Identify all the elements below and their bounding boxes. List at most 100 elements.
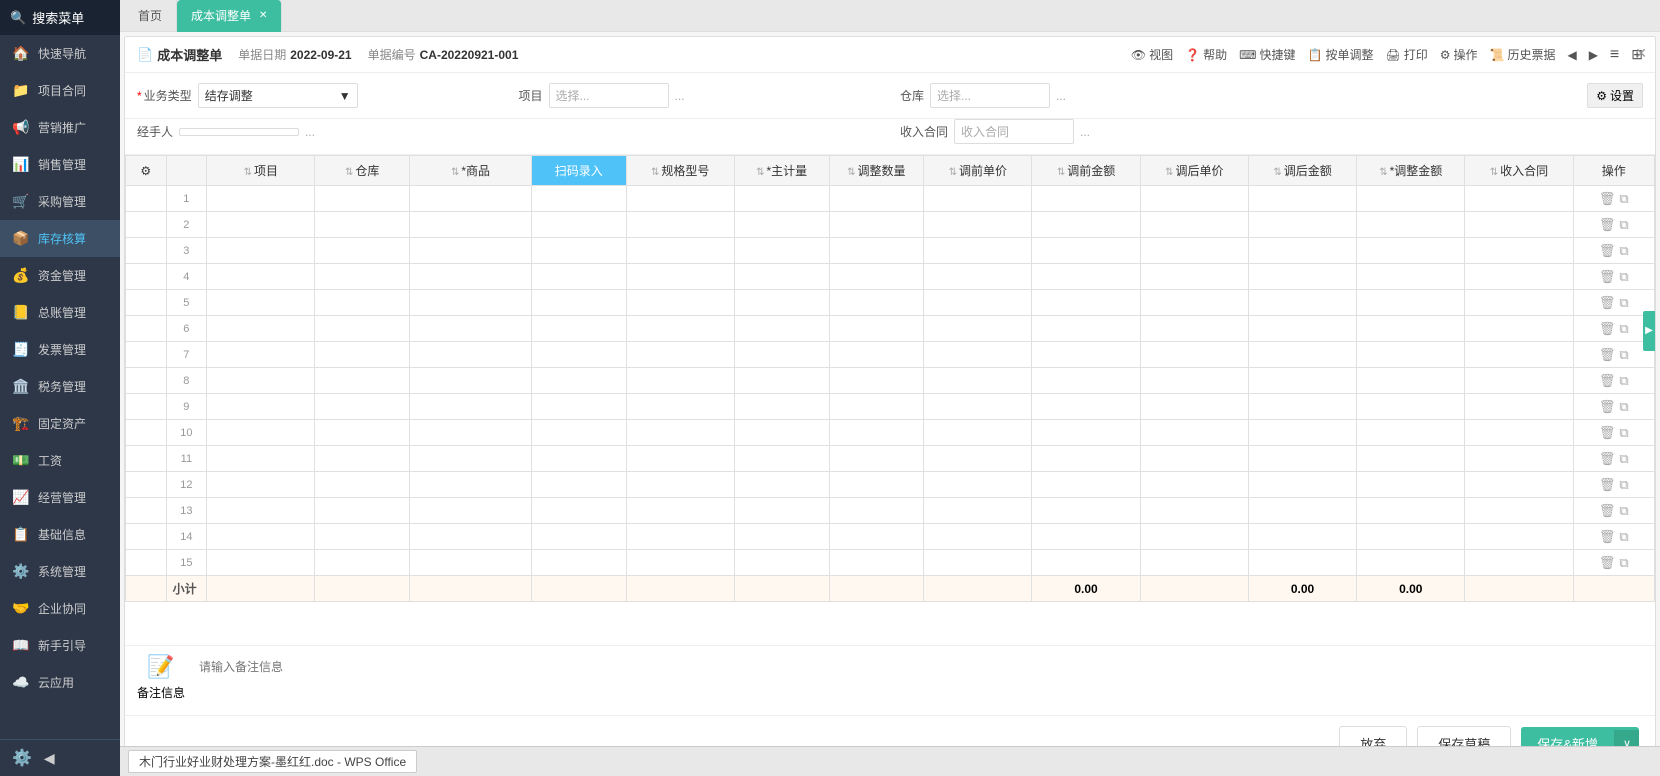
col-header-project[interactable]: ⇅项目 (207, 156, 315, 186)
row-before-amount-cell[interactable] (1032, 394, 1140, 420)
notes-icon-block[interactable]: 📝 备注信息 (137, 654, 185, 701)
row-before-amount-cell[interactable] (1032, 212, 1140, 238)
tab-close-cost-adjust[interactable]: ✕ (259, 10, 267, 21)
row-adjust-amount-cell[interactable] (1357, 238, 1465, 264)
row-spec-cell[interactable] (626, 420, 734, 446)
row-delete-icon[interactable]: 🗑 (1599, 555, 1616, 571)
right-collapse-btn[interactable]: ▶ (1643, 311, 1655, 351)
row-income-cell[interactable] (1465, 550, 1573, 576)
row-scan-cell[interactable] (531, 446, 626, 472)
row-product-cell[interactable] (410, 550, 532, 576)
action-history[interactable]: 📜历史票据 (1489, 46, 1555, 63)
row-product-cell[interactable] (410, 212, 532, 238)
row-before-price-cell[interactable] (924, 342, 1032, 368)
row-adjust-amount-cell[interactable] (1357, 186, 1465, 212)
row-warehouse-cell[interactable] (315, 368, 410, 394)
col-header-after-price[interactable]: ⇅调后单价 (1140, 156, 1248, 186)
col-header-after-amount[interactable]: ⇅调后金额 (1248, 156, 1356, 186)
sidebar-item-payroll[interactable]: 💵工资 (0, 442, 120, 479)
action-shortcut[interactable]: ⌨快捷键 (1239, 46, 1295, 63)
row-product-cell[interactable] (410, 420, 532, 446)
action-help[interactable]: ❓帮助 (1185, 46, 1227, 63)
sidebar-item-tax-management[interactable]: 🏛️税务管理 (0, 368, 120, 405)
row-before-price-cell[interactable] (924, 498, 1032, 524)
row-delete-icon[interactable]: 🗑 (1599, 425, 1616, 441)
row-before-price-cell[interactable] (924, 264, 1032, 290)
row-spec-cell[interactable] (626, 446, 734, 472)
row-delete-icon[interactable]: 🗑 (1599, 529, 1616, 545)
row-before-amount-cell[interactable] (1032, 264, 1140, 290)
row-unit-cell[interactable] (734, 316, 829, 342)
row-scan-cell[interactable] (531, 498, 626, 524)
row-scan-cell[interactable] (531, 316, 626, 342)
row-warehouse-cell[interactable] (315, 524, 410, 550)
row-before-amount-cell[interactable] (1032, 472, 1140, 498)
row-scan-cell[interactable] (531, 186, 626, 212)
row-income-cell[interactable] (1465, 290, 1573, 316)
row-income-cell[interactable] (1465, 264, 1573, 290)
row-after-price-cell[interactable] (1140, 264, 1248, 290)
row-after-amount-cell[interactable] (1248, 524, 1356, 550)
row-after-price-cell[interactable] (1140, 394, 1248, 420)
row-warehouse-cell[interactable] (315, 472, 410, 498)
sidebar-item-purchase-management[interactable]: 🛒采购管理 (0, 183, 120, 220)
row-after-amount-cell[interactable] (1248, 498, 1356, 524)
row-warehouse-cell[interactable] (315, 316, 410, 342)
tab-home[interactable]: 首页 (124, 0, 177, 32)
row-after-price-cell[interactable] (1140, 342, 1248, 368)
row-income-cell[interactable] (1465, 316, 1573, 342)
sidebar-settings-icon[interactable]: ⚙️ (12, 748, 32, 768)
row-delete-icon[interactable]: 🗑 (1599, 477, 1616, 493)
row-spec-cell[interactable] (626, 498, 734, 524)
row-income-cell[interactable] (1465, 420, 1573, 446)
income-contract-select[interactable]: 收入合同 (954, 119, 1074, 144)
row-copy-icon[interactable]: ⧉ (1619, 503, 1628, 519)
col-header-income-contract[interactable]: ⇅收入合同 (1465, 156, 1573, 186)
col-header-warehouse[interactable]: ⇅仓库 (315, 156, 410, 186)
row-income-cell[interactable] (1465, 472, 1573, 498)
row-spec-cell[interactable] (626, 394, 734, 420)
row-product-cell[interactable] (410, 446, 532, 472)
row-copy-icon[interactable]: ⧉ (1619, 529, 1628, 545)
row-before-price-cell[interactable] (924, 524, 1032, 550)
col-header-before-price[interactable]: ⇅调前单价 (924, 156, 1032, 186)
row-income-cell[interactable] (1465, 186, 1573, 212)
business-type-select[interactable]: 结存调整 ▼ (198, 83, 358, 108)
row-warehouse-cell[interactable] (315, 420, 410, 446)
row-spec-cell[interactable] (626, 290, 734, 316)
row-adjust-amount-cell[interactable] (1357, 316, 1465, 342)
row-income-cell[interactable] (1465, 342, 1573, 368)
col-header-spec[interactable]: ⇅规格型号 (626, 156, 734, 186)
row-qty-cell[interactable] (829, 420, 924, 446)
row-before-price-cell[interactable] (924, 238, 1032, 264)
settings-button[interactable]: ⚙ 设置 (1587, 83, 1643, 108)
row-warehouse-cell[interactable] (315, 342, 410, 368)
row-before-amount-cell[interactable] (1032, 550, 1140, 576)
row-scan-cell[interactable] (531, 524, 626, 550)
doc-close-btn[interactable]: ✕ (1635, 45, 1647, 62)
row-spec-cell[interactable] (626, 238, 734, 264)
row-before-amount-cell[interactable] (1032, 420, 1140, 446)
action-print[interactable]: 🖨打印 (1385, 46, 1427, 63)
row-delete-icon[interactable]: 🗑 (1599, 269, 1616, 285)
row-income-cell[interactable] (1465, 524, 1573, 550)
action-operations[interactable]: ⚙操作 (1440, 46, 1478, 63)
row-warehouse-cell[interactable] (315, 238, 410, 264)
row-project-cell[interactable] (207, 420, 315, 446)
row-product-cell[interactable] (410, 524, 532, 550)
row-unit-cell[interactable] (734, 212, 829, 238)
row-after-amount-cell[interactable] (1248, 550, 1356, 576)
row-unit-cell[interactable] (734, 186, 829, 212)
row-unit-cell[interactable] (734, 550, 829, 576)
row-after-price-cell[interactable] (1140, 498, 1248, 524)
col-header-adjust-amount[interactable]: ⇅*调整金额 (1357, 156, 1465, 186)
row-project-cell[interactable] (207, 186, 315, 212)
row-scan-cell[interactable] (531, 550, 626, 576)
row-qty-cell[interactable] (829, 394, 924, 420)
row-before-amount-cell[interactable] (1032, 368, 1140, 394)
row-before-price-cell[interactable] (924, 420, 1032, 446)
row-warehouse-cell[interactable] (315, 446, 410, 472)
row-before-amount-cell[interactable] (1032, 446, 1140, 472)
sidebar-item-quick-nav[interactable]: 🏠快速导航 (0, 35, 120, 72)
row-warehouse-cell[interactable] (315, 264, 410, 290)
